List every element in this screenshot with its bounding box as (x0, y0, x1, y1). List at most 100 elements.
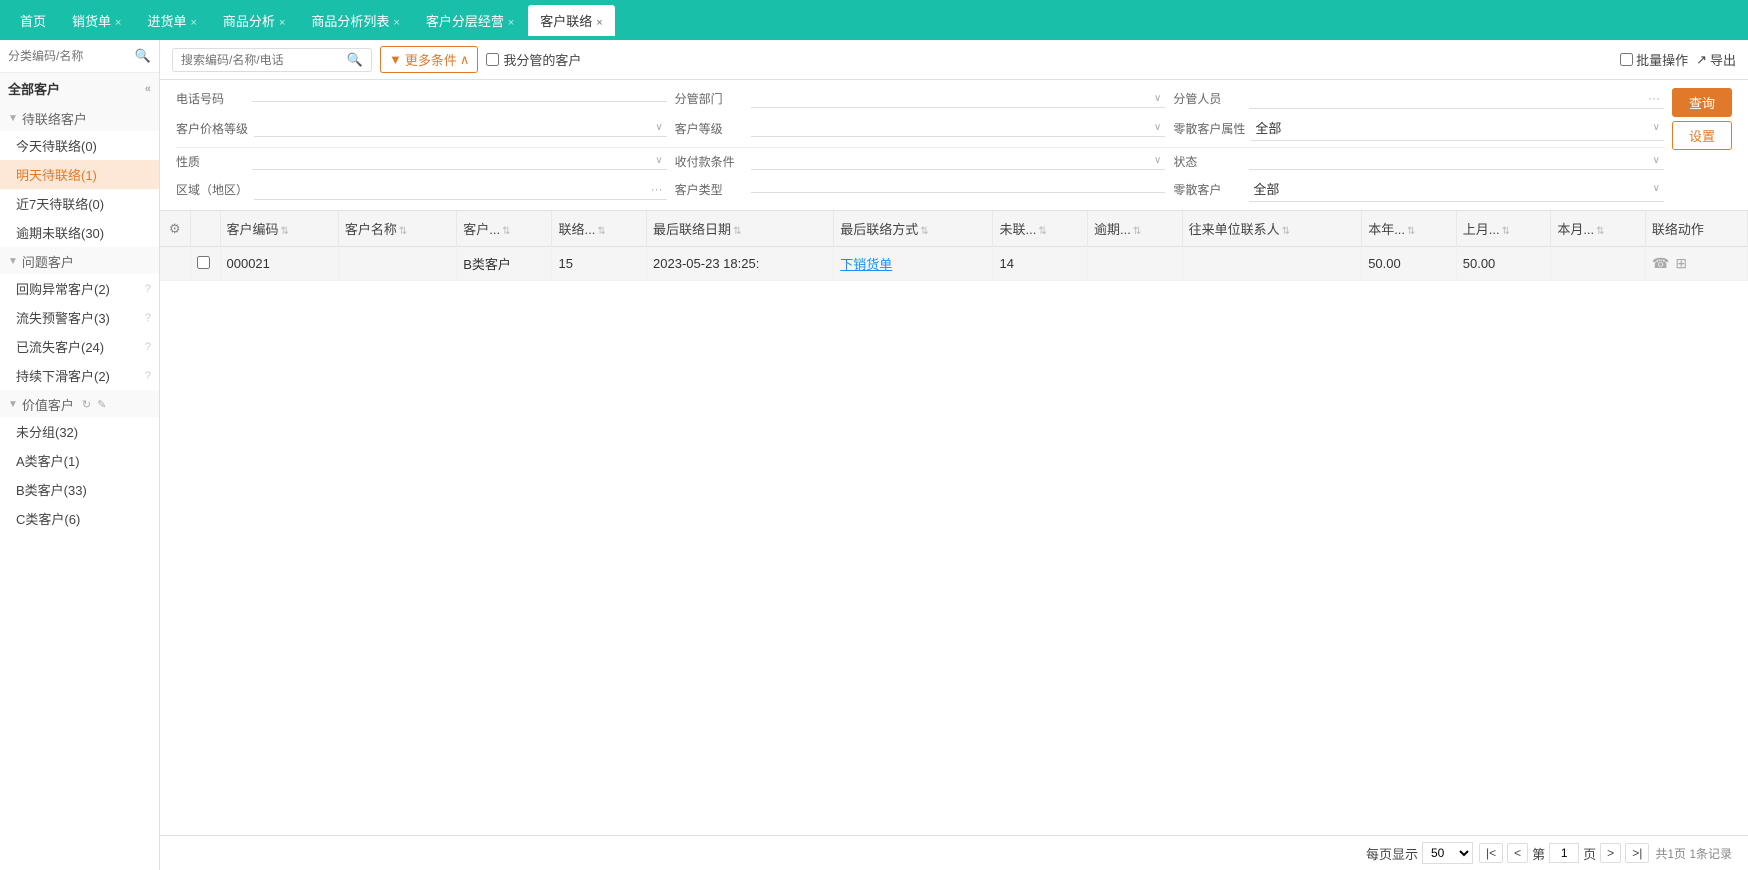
row-uncontacted: 14 (993, 247, 1088, 281)
row-this-year: 50.00 (1362, 247, 1457, 281)
sidebar-item-ungrouped[interactable]: 未分组(32) (0, 417, 159, 446)
nature-select[interactable]: ∨ (252, 152, 667, 170)
batch-op-button[interactable]: 批量操作 (1620, 50, 1688, 69)
row-customer-type: B类客户 (457, 247, 552, 281)
customer-table: ⚙ 客户编码⇅ 客户名称⇅ 客户...⇅ 联络...⇅ 最后联络日期⇅ 最后联络… (160, 211, 1748, 281)
main-layout: 🔍 全部客户 « ▼ 待联络客户 今天待联络(0) 明天待联络(1) 近7天待联… (0, 40, 1748, 870)
nav-purchase[interactable]: 进货单× (135, 5, 208, 36)
value-group-refresh[interactable]: ↻ (82, 398, 91, 411)
first-page-button[interactable]: |< (1479, 843, 1503, 863)
status-select[interactable]: ∨ (1249, 152, 1664, 170)
col-this-year[interactable]: 本年...⇅ (1362, 211, 1457, 247)
retail-customer-select[interactable]: 全部 ∨ (1249, 176, 1664, 202)
value-group-edit[interactable]: ✎ (97, 398, 106, 411)
retail-attr-select[interactable]: 全部 ∨ (1251, 115, 1664, 141)
sidebar-item-overdue[interactable]: 逾期未联络(30) (0, 218, 159, 247)
settings-button[interactable]: 设置 (1672, 121, 1732, 150)
sidebar-item-b-class[interactable]: B类客户(33) (0, 475, 159, 504)
action-icon-phone[interactable]: ☎ (1652, 255, 1669, 272)
sidebar-item-a-class[interactable]: A类客户(1) (0, 446, 159, 475)
batch-checkbox[interactable] (1620, 53, 1633, 66)
col-this-month[interactable]: 本月...⇅ (1551, 211, 1646, 247)
row-this-month (1551, 247, 1646, 281)
manager-dots[interactable]: ··· (1648, 91, 1660, 105)
filter-dept: 分管部门 ∨ (675, 90, 1166, 108)
next-page-button[interactable]: > (1600, 843, 1621, 863)
sidebar-item-c-class[interactable]: C类客户(6) (0, 504, 159, 533)
col-checkbox (190, 211, 220, 247)
last-page-button[interactable]: >| (1625, 843, 1649, 863)
payment-select[interactable]: ∨ (751, 152, 1166, 170)
row-last-month: 50.00 (1456, 247, 1551, 281)
sidebar-search-icon[interactable]: 🔍 (135, 48, 151, 64)
search-input[interactable] (181, 53, 347, 67)
row-last-contact-date: 2023-05-23 18:25: (647, 247, 834, 281)
more-filter-button[interactable]: ▼ 更多条件 ∧ (380, 46, 478, 73)
filter-region: 区域（地区） ··· (176, 179, 667, 200)
sidebar-group-waiting: ▼ 待联络客户 (0, 104, 159, 131)
sidebar-item-declining[interactable]: 持续下滑客户(2) ? (0, 361, 159, 390)
page-number-input[interactable] (1549, 843, 1579, 863)
col-customer-name[interactable]: 客户名称⇅ (338, 211, 456, 247)
nav-goods-analysis[interactable]: 商品分析× (211, 5, 297, 36)
nav-customer-tier[interactable]: 客户分层经营× (414, 5, 526, 36)
retail-attr-arrow: ∨ (1653, 122, 1660, 133)
nav-home[interactable]: 首页 (8, 5, 58, 36)
col-uncontacted[interactable]: 未联...⇅ (993, 211, 1088, 247)
customer-grade-select[interactable]: ∨ (751, 119, 1166, 137)
help-icon-3: ? (145, 341, 151, 353)
my-customer-checkbox[interactable]: 我分管的客户 (486, 50, 581, 69)
filter-payment: 收付款条件 ∨ (675, 152, 1166, 170)
col-last-month[interactable]: 上月...⇅ (1456, 211, 1551, 247)
col-last-contact-method[interactable]: 最后联络方式⇅ (834, 211, 993, 247)
dept-select[interactable]: ∨ (751, 90, 1166, 108)
sidebar-item-churned[interactable]: 已流失客户(24) ? (0, 332, 159, 361)
sidebar-item-today[interactable]: 今天待联络(0) (0, 131, 159, 160)
price-grade-select[interactable]: ∨ (254, 119, 667, 137)
nav-customer-contact[interactable]: 客户联络× (528, 5, 614, 36)
prev-page-button[interactable]: < (1507, 843, 1528, 863)
table-wrapper: ⚙ 客户编码⇅ 客户名称⇅ 客户...⇅ 联络...⇅ 最后联络日期⇅ 最后联络… (160, 211, 1748, 281)
row-settings (160, 247, 190, 281)
col-contact-count[interactable]: 联络...⇅ (552, 211, 647, 247)
action-icon-grid[interactable]: ⊞ (1675, 255, 1687, 272)
sidebar-search-input[interactable] (8, 49, 135, 63)
manager-select[interactable]: ··· (1249, 88, 1664, 109)
page-size-select[interactable]: 50 100 200 (1422, 842, 1473, 864)
sidebar-item-tomorrow[interactable]: 明天待联络(1) (0, 160, 159, 189)
phone-input-field[interactable] (252, 95, 667, 102)
sidebar-search-area: 🔍 (0, 40, 159, 73)
sidebar-item-churn-warning[interactable]: 流失预警客户(3) ? (0, 303, 159, 332)
col-customer-code[interactable]: 客户编码⇅ (220, 211, 338, 247)
region-select[interactable]: ··· (254, 179, 667, 200)
row-customer-name: Ea (338, 247, 456, 281)
nav-sales[interactable]: 销货单× (60, 5, 133, 36)
row-last-contact-method[interactable]: 下销货单 (834, 247, 993, 281)
gear-icon[interactable]: ⚙ (169, 221, 181, 236)
filter-status: 状态 ∨ (1173, 152, 1664, 170)
filter-actions: 查询 设置 (1672, 88, 1732, 150)
filter-row-1: 电话号码 分管部门 ∨ (176, 88, 1664, 109)
customer-type-select[interactable] (751, 186, 1166, 193)
my-customer-check[interactable] (486, 53, 499, 66)
col-last-contact-date[interactable]: 最后联络日期⇅ (647, 211, 834, 247)
col-contact-person[interactable]: 往来单位联系人⇅ (1182, 211, 1362, 247)
nav-goods-analysis-list[interactable]: 商品分析列表× (299, 5, 411, 36)
sidebar-all-customers[interactable]: 全部客户 « (0, 73, 159, 104)
region-dots[interactable]: ··· (651, 182, 663, 196)
export-button[interactable]: ↗ 导出 (1696, 50, 1736, 69)
col-overdue[interactable]: 逾期...⇅ (1088, 211, 1183, 247)
table-header-row: ⚙ 客户编码⇅ 客户名称⇅ 客户...⇅ 联络...⇅ 最后联络日期⇅ 最后联络… (160, 211, 1748, 247)
query-button[interactable]: 查询 (1672, 88, 1732, 117)
row-checkbox[interactable] (190, 247, 220, 281)
retail-customer-arrow: ∨ (1653, 183, 1660, 194)
col-settings[interactable]: ⚙ (160, 211, 190, 247)
col-action: 联络动作 (1645, 211, 1747, 247)
filter-retail-customer: 零散客户 全部 ∨ (1173, 176, 1664, 202)
row-action: ☎ ⊞ (1645, 247, 1747, 281)
sidebar-item-repurchase-anomaly[interactable]: 回购异常客户(2) ? (0, 274, 159, 303)
col-customer-type[interactable]: 客户...⇅ (457, 211, 552, 247)
search-icon[interactable]: 🔍 (347, 52, 363, 68)
sidebar-item-7days[interactable]: 近7天待联络(0) (0, 189, 159, 218)
help-icon-2: ? (145, 312, 151, 324)
